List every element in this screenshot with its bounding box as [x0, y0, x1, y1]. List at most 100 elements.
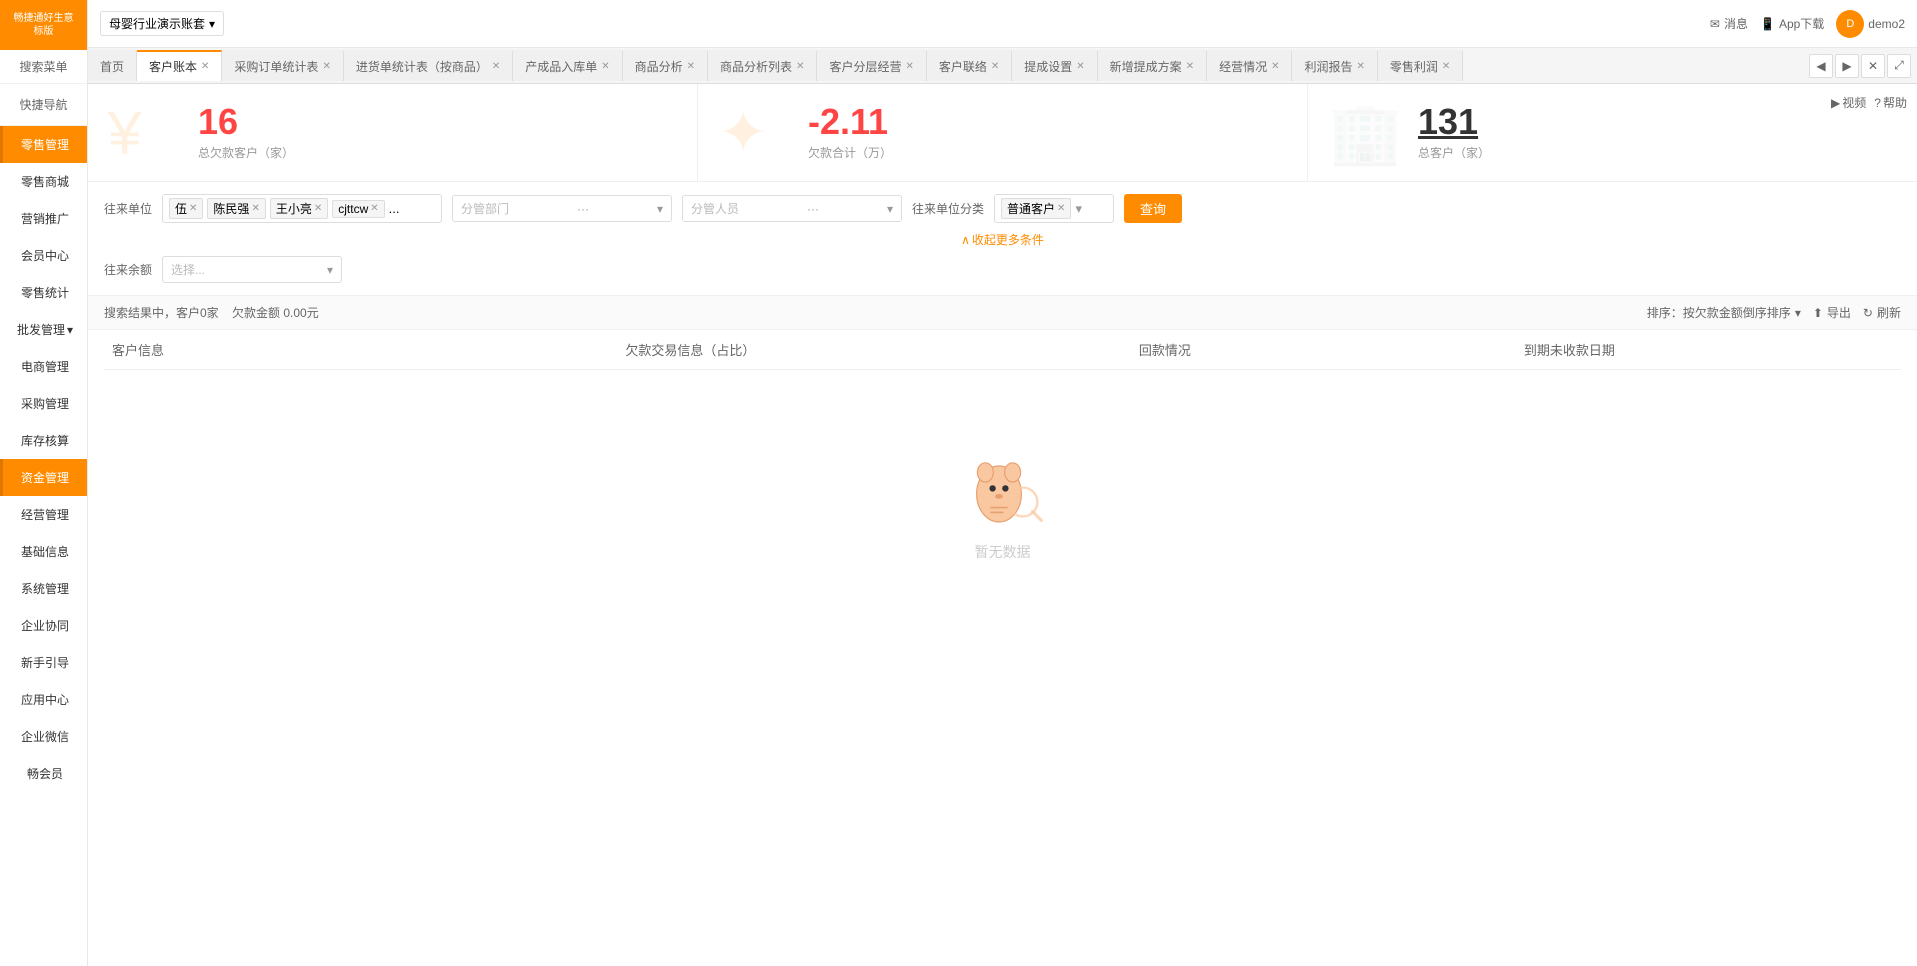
- sidebar-item-retail-stats[interactable]: 零售统计: [0, 274, 87, 311]
- tab-close-goods-analysis-list[interactable]: ✕: [796, 61, 804, 72]
- sidebar-item-wholesale[interactable]: 批发管理 ▾: [0, 311, 87, 348]
- filter-tag-cjttcw-close[interactable]: ✕: [370, 203, 378, 214]
- result-bar-right: 排序：按欠款金额倒序排序 ▾ ⬆ 导出 ↻ 刷新: [1647, 304, 1901, 321]
- search-button[interactable]: 查询: [1124, 194, 1182, 223]
- tab-raise-settings[interactable]: 提成设置 ✕: [1012, 50, 1097, 81]
- department-filter[interactable]: 分管部门 ··· ▾: [452, 195, 672, 222]
- stat-icon-1: ¥: [108, 98, 141, 167]
- person-filter-icon: ···: [807, 202, 819, 216]
- sidebar-item-ecommerce[interactable]: 电商管理: [0, 348, 87, 385]
- empty-state: 暂无数据: [104, 370, 1901, 642]
- tab-purchase-orders[interactable]: 采购订单统计表 ✕: [222, 50, 343, 81]
- tab-goods-analysis[interactable]: 商品分析 ✕: [623, 50, 708, 81]
- tab-close-stock-stats[interactable]: ✕: [492, 61, 500, 72]
- quick-nav-item[interactable]: 快捷导航: [0, 90, 87, 119]
- content: ¥ 16 总欠款客户（家） ✦ -2.11 欠款合计（万） 🏢 131 总客户（…: [88, 84, 1917, 966]
- account-selector[interactable]: 母婴行业演示账套 ▾: [100, 11, 224, 36]
- filter-tag-more[interactable]: ...: [389, 201, 400, 216]
- refresh-button[interactable]: ↻ 刷新: [1863, 304, 1901, 321]
- tab-close-all-button[interactable]: ✕: [1861, 54, 1885, 78]
- balance-filter-input[interactable]: 选择... ▾: [162, 256, 342, 283]
- filter-tag-chen-close[interactable]: ✕: [251, 203, 259, 214]
- tab-prev-button[interactable]: ◀: [1809, 54, 1833, 78]
- stat-total-customers2: 🏢 131 总客户（家） ▶ 视频 ? 帮助: [1308, 84, 1917, 181]
- unit-class-tags[interactable]: 普通客户 ✕ ▾: [994, 194, 1114, 223]
- tab-customer-contact[interactable]: 客户联络 ✕: [927, 50, 1012, 81]
- user-profile[interactable]: D demo2: [1836, 10, 1905, 38]
- collapse-button[interactable]: ∧ 收起更多条件: [961, 231, 1044, 248]
- refresh-icon: ↻: [1863, 306, 1873, 320]
- filter-tag-wu-close[interactable]: ✕: [189, 203, 197, 214]
- unit-filter-tags[interactable]: 伍 ✕ 陈民强 ✕ 王小亮 ✕ cjttcw ✕ ...: [162, 194, 442, 223]
- sidebar-item-operations[interactable]: 经营管理: [0, 496, 87, 533]
- filter-row-2: 往来余额 选择... ▾: [104, 256, 1901, 283]
- sidebar-item-vip[interactable]: 畅会员: [0, 755, 87, 792]
- tab-close-customers[interactable]: ✕: [201, 61, 209, 72]
- sidebar-item-new-guide[interactable]: 新手引导: [0, 644, 87, 681]
- tab-close-cost-in[interactable]: ✕: [601, 61, 609, 72]
- tab-close-customer-contact[interactable]: ✕: [991, 61, 999, 72]
- chevron-up-icon: ∧: [961, 233, 970, 247]
- tab-close-profit-report[interactable]: ✕: [1357, 61, 1365, 72]
- filter-tag-normal-close[interactable]: ✕: [1057, 203, 1065, 214]
- tabbar-controls: ◀ ▶ ✕ ⤢: [1803, 54, 1917, 78]
- tab-retail-profit[interactable]: 零售利润 ✕: [1378, 50, 1463, 81]
- sidebar-item-finance[interactable]: 资金管理: [0, 459, 87, 496]
- message-icon: ✉: [1710, 17, 1720, 31]
- sort-select[interactable]: 排序：按欠款金额倒序排序 ▾: [1647, 304, 1801, 321]
- filter-tag-wangxiaolong: 王小亮 ✕: [270, 198, 328, 219]
- play-icon: ▶: [1831, 96, 1840, 110]
- help-link[interactable]: ? 帮助: [1874, 94, 1907, 111]
- sidebar-item-system[interactable]: 系统管理: [0, 570, 87, 607]
- chevron-down-icon: ▾: [67, 323, 73, 337]
- sidebar-item-enterprise-wechat[interactable]: 企业微信: [0, 718, 87, 755]
- message-button[interactable]: ✉ 消息: [1710, 15, 1748, 32]
- tab-close-retail-profit[interactable]: ✕: [1442, 61, 1450, 72]
- stats-bar: ¥ 16 总欠款客户（家） ✦ -2.11 欠款合计（万） 🏢 131 总客户（…: [88, 84, 1917, 182]
- tab-new-raise-plan[interactable]: 新增提成方案 ✕: [1098, 50, 1207, 81]
- sidebar-item-app-center[interactable]: 应用中心: [0, 681, 87, 718]
- filter-tag-wang-close[interactable]: ✕: [314, 203, 322, 214]
- sidebar-item-retail-mall[interactable]: 零售商城: [0, 163, 87, 200]
- tab-home[interactable]: 首页: [88, 50, 137, 81]
- sidebar-quick-nav[interactable]: 快捷导航: [0, 84, 87, 126]
- tab-profit-report[interactable]: 利润报告 ✕: [1292, 50, 1377, 81]
- empty-svg: [953, 450, 1053, 530]
- video-link[interactable]: ▶ 视频: [1831, 94, 1866, 111]
- person-filter[interactable]: 分管人员 ··· ▾: [682, 195, 902, 222]
- empty-text: 暂无数据: [975, 542, 1031, 562]
- unit-class-label: 往来单位分类: [912, 200, 984, 217]
- tab-close-customer-segment[interactable]: ✕: [905, 61, 913, 72]
- tab-next-button[interactable]: ▶: [1835, 54, 1859, 78]
- tab-close-new-raise-plan[interactable]: ✕: [1186, 61, 1194, 72]
- sidebar-item-purchase[interactable]: 采购管理: [0, 385, 87, 422]
- sidebar-item-enterprise-coop[interactable]: 企业协同: [0, 607, 87, 644]
- sidebar-item-member[interactable]: 会员中心: [0, 237, 87, 274]
- tab-close-purchase-orders[interactable]: ✕: [322, 61, 330, 72]
- stat-total-customers-label: 总欠款客户（家）: [198, 144, 294, 161]
- sidebar-item-basic-info[interactable]: 基础信息: [0, 533, 87, 570]
- table-header-customer: 客户信息: [104, 340, 617, 359]
- filter-tag-cjttcw: cjttcw ✕: [332, 200, 384, 218]
- sidebar-search[interactable]: 搜索菜单: [0, 50, 87, 84]
- tab-goods-analysis-list[interactable]: 商品分析列表 ✕: [708, 50, 817, 81]
- tab-close-business-status[interactable]: ✕: [1271, 61, 1279, 72]
- tab-fullscreen-button[interactable]: ⤢: [1887, 54, 1911, 78]
- tab-business-status[interactable]: 经营情况 ✕: [1207, 50, 1292, 81]
- tab-close-goods-analysis[interactable]: ✕: [687, 61, 695, 72]
- sidebar-logo[interactable]: 畅捷通好生意 标版: [0, 0, 87, 50]
- sidebar-item-retail[interactable]: 零售管理: [0, 126, 87, 163]
- tab-customers[interactable]: 客户账本 ✕: [137, 50, 222, 81]
- stat-debt-total: ✦ -2.11 欠款合计（万）: [698, 84, 1308, 181]
- sidebar-item-inventory[interactable]: 库存核算: [0, 422, 87, 459]
- tab-cost-in[interactable]: 产成品入库单 ✕: [513, 50, 622, 81]
- tab-stock-stats[interactable]: 进货单统计表（按商品） ✕: [344, 50, 513, 81]
- export-button[interactable]: ⬆ 导出: [1813, 304, 1851, 321]
- table-header-debt-info: 欠款交易信息（占比）: [617, 340, 1130, 359]
- tab-customer-segment[interactable]: 客户分层经营 ✕: [817, 50, 926, 81]
- main: 母婴行业演示账套 ▾ ✉ 消息 📱 App下载 D demo2 首页 客户账本: [88, 0, 1917, 966]
- tab-close-raise-settings[interactable]: ✕: [1076, 61, 1084, 72]
- topbar-right: ✉ 消息 📱 App下载 D demo2: [1710, 10, 1905, 38]
- sidebar-item-marketing[interactable]: 营销推广: [0, 200, 87, 237]
- app-download-button[interactable]: 📱 App下载: [1760, 15, 1824, 32]
